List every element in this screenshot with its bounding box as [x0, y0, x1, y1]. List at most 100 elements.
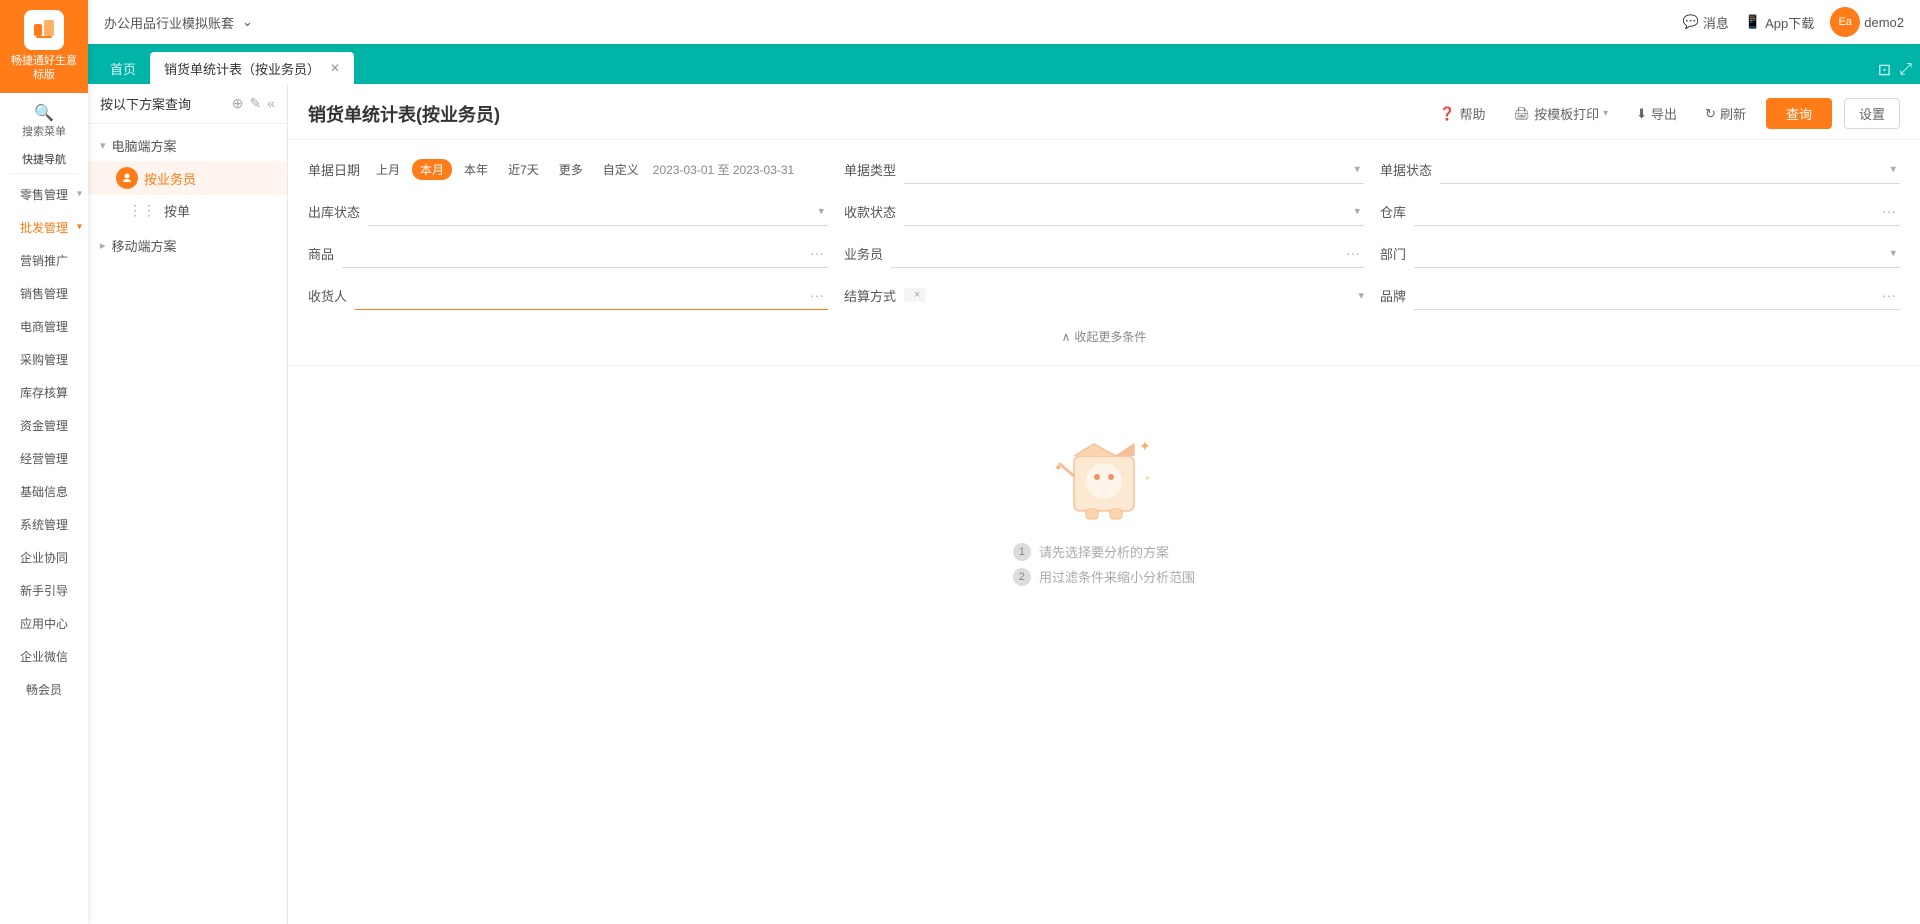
tree-item-mobile[interactable]: ▸ 移动端方案 — [88, 230, 287, 261]
empty-state: ✦ ✦ ✦ 1 请先选择要分析的方案 — [288, 366, 1920, 646]
collapse-panel-icon[interactable]: « — [267, 95, 275, 112]
filter-payment-method: 结算方式 × ▾ — [844, 286, 1364, 305]
brand-input[interactable] — [1414, 280, 1900, 310]
download-icon: 📱 — [1745, 14, 1761, 30]
refresh-btn[interactable]: ↻ 刷新 — [1697, 100, 1754, 127]
print-label: 按模板打印 — [1534, 104, 1599, 123]
settings-button[interactable]: 设置 — [1844, 98, 1900, 129]
salesperson-input[interactable] — [891, 238, 1364, 268]
goods-input[interactable] — [342, 238, 828, 268]
help-btn[interactable]: ❓ 帮助 — [1431, 100, 1493, 127]
sidebar-item-purchase[interactable]: 采购管理 — [0, 343, 88, 376]
edit-plan-icon[interactable]: ✎ — [249, 95, 261, 112]
stock-status-input[interactable] — [368, 196, 828, 226]
refresh-label: 刷新 — [1720, 104, 1746, 123]
tip-num-1: 1 — [1013, 543, 1031, 561]
tab-bar: 首页 销货单统计表（按业务员） ✕ ⊡ ⤢ — [88, 44, 1920, 84]
filter-row-2: 出库状态 ▾ 收款状态 ▾ — [308, 196, 1900, 226]
add-plan-icon[interactable]: ⊕ — [232, 95, 244, 112]
by-staff-label: 按业务员 — [144, 169, 196, 188]
warehouse-label: 仓库 — [1380, 202, 1406, 221]
filter-salesperson: 业务员 ··· — [844, 238, 1364, 268]
brand-label: 品牌 — [1380, 286, 1406, 305]
tree-mobile-label: 移动端方案 — [112, 236, 177, 255]
download-btn[interactable]: 📱 App下载 — [1745, 13, 1814, 32]
tab-sales-stat[interactable]: 销货单统计表（按业务员） ✕ — [150, 52, 354, 84]
receiver-input[interactable] — [355, 280, 828, 310]
filter-row-1: 单据日期 上月 本月 本年 近7天 更多 自定义 20 — [308, 154, 1900, 184]
receipt-status-input[interactable] — [904, 196, 1364, 226]
sidebar-item-wechat[interactable]: 企业微信 — [0, 640, 88, 673]
message-btn[interactable]: 💬 消息 — [1683, 13, 1729, 32]
date-btn-last-month[interactable]: 上月 — [368, 159, 408, 180]
sidebar-item-member[interactable]: 畅会员 — [0, 673, 88, 706]
member-label: 畅会员 — [26, 681, 62, 698]
tab-bar-actions: ⊡ ⤢ — [1878, 60, 1912, 84]
date-btn-custom[interactable]: 自定义 — [595, 159, 647, 180]
basic-label: 基础信息 — [20, 483, 68, 500]
sidebar-item-newbie[interactable]: 新手引导 — [0, 574, 88, 607]
avatar: Ea — [1830, 7, 1860, 37]
date-btn-this-month[interactable]: 本月 — [412, 159, 452, 180]
left-panel-header: 按以下方案查询 ⊕ ✎ « — [88, 84, 287, 124]
filter-warehouse: 仓库 ··· — [1380, 196, 1900, 226]
print-btn[interactable]: 🖨 按模板打印 ▾ — [1506, 100, 1617, 127]
top-header: 办公用品行业模拟账套 ⌄ 💬 消息 📱 App下载 Ea demo2 — [88, 0, 1920, 44]
sidebar-item-search[interactable]: 🔍 搜索菜单 — [0, 93, 88, 145]
page-actions: ❓ 帮助 🖨 按模板打印 ▾ ⬇ 导出 ↻ — [1431, 98, 1900, 129]
retail-arrow: ▾ — [77, 189, 82, 200]
export-btn[interactable]: ⬇ 导出 — [1628, 100, 1685, 127]
empty-tips: 1 请先选择要分析的方案 2 用过滤条件来缩小分析范围 — [1013, 542, 1195, 586]
tab-close-icon[interactable]: ✕ — [330, 61, 340, 75]
filter-area: 单据日期 上月 本月 本年 近7天 更多 自定义 20 — [288, 140, 1920, 366]
right-panel: 销货单统计表(按业务员) ❓ 帮助 🖨 按模板打印 ▾ ⬇ — [288, 84, 1920, 924]
sidebar-item-quick-nav[interactable]: 快捷导航 — [0, 145, 88, 169]
page-title: 销货单统计表(按业务员) — [308, 101, 500, 127]
department-input[interactable] — [1414, 238, 1900, 268]
doc-status-select-wrap: ▾ — [1440, 154, 1900, 184]
sidebar-item-coop[interactable]: 企业协同 — [0, 541, 88, 574]
sidebar-item-sales[interactable]: 销售管理 — [0, 277, 88, 310]
user-menu[interactable]: Ea demo2 — [1830, 7, 1904, 37]
date-btn-7days[interactable]: 近7天 — [500, 159, 547, 180]
payment-tag-close-icon[interactable]: × — [914, 289, 920, 301]
sidebar-item-marketing[interactable]: 营销推广 — [0, 244, 88, 277]
tab-home-label: 首页 — [110, 59, 136, 78]
sidebar-item-finance[interactable]: 资金管理 — [0, 409, 88, 442]
tab-home[interactable]: 首页 — [96, 52, 150, 84]
date-btn-more[interactable]: 更多 — [551, 159, 591, 180]
filter-goods: 商品 ··· — [308, 238, 828, 268]
tab-restore-icon[interactable]: ⊡ — [1878, 60, 1891, 80]
department-select-wrap: ▾ — [1414, 238, 1900, 268]
doc-status-input[interactable] — [1440, 154, 1900, 184]
tree-child-by-staff[interactable]: 按业务员 — [88, 161, 287, 195]
message-icon: 💬 — [1683, 14, 1699, 30]
sidebar-item-ecom[interactable]: 电商管理 — [0, 310, 88, 343]
filter-receiver: 收货人 ··· — [308, 280, 828, 310]
query-button[interactable]: 查询 — [1766, 98, 1832, 129]
sidebar-item-retail[interactable]: 零售管理 ▾ — [0, 178, 88, 211]
ecom-label: 电商管理 — [20, 318, 68, 335]
sidebar-item-wholesale[interactable]: 批发管理 ▾ — [0, 211, 88, 244]
tree-sub-by-order[interactable]: ⋮⋮ 按单 — [88, 195, 287, 226]
order-icon: ⋮⋮ — [128, 202, 156, 219]
date-buttons: 上月 本月 本年 近7天 更多 自定义 — [368, 159, 647, 180]
help-label: 帮助 — [1460, 104, 1486, 123]
payment-method-select-wrap: × ▾ — [904, 288, 1364, 302]
message-label: 消息 — [1703, 13, 1729, 32]
sidebar-item-operation[interactable]: 经营管理 — [0, 442, 88, 475]
collapse-btn[interactable]: ∧ 收起更多条件 — [308, 322, 1900, 351]
tab-expand-icon[interactable]: ⤢ — [1899, 61, 1912, 79]
payment-method-label: 结算方式 — [844, 286, 896, 305]
app-logo[interactable]: 畅捷通好生意 标版 — [0, 0, 88, 93]
warehouse-input[interactable] — [1414, 196, 1900, 226]
sidebar-item-basic[interactable]: 基础信息 — [0, 475, 88, 508]
sidebar-item-appstore[interactable]: 应用中心 — [0, 607, 88, 640]
sidebar-item-inventory[interactable]: 库存核算 — [0, 376, 88, 409]
doc-type-input[interactable] — [904, 154, 1364, 184]
filter-department: 部门 ▾ — [1380, 238, 1900, 268]
date-btn-this-year[interactable]: 本年 — [456, 159, 496, 180]
tree-item-desktop[interactable]: ▾ 电脑端方案 — [88, 130, 287, 161]
filter-brand: 品牌 ··· — [1380, 280, 1900, 310]
sidebar-item-system[interactable]: 系统管理 — [0, 508, 88, 541]
